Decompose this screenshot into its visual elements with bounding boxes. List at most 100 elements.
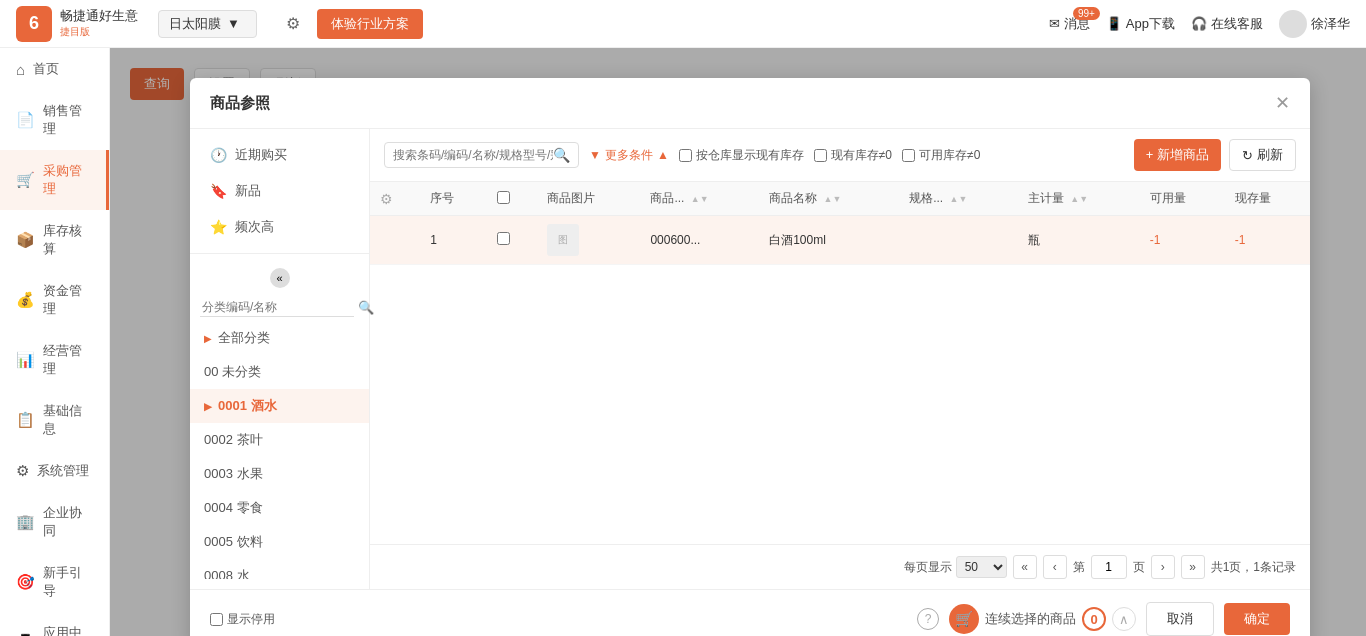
recent-buy-item[interactable]: 🕐 近期购买: [200, 139, 359, 171]
sidebar-item-purchase-label: 采购管理: [43, 162, 90, 198]
category-0005[interactable]: 0005 饮料: [190, 525, 369, 559]
store-selector[interactable]: 日太阳膜 ▼: [158, 10, 257, 38]
th-stock: 现存量: [1225, 182, 1310, 216]
category-search-input[interactable]: [200, 298, 354, 317]
online-service-label: 在线客服: [1211, 15, 1263, 33]
operation-icon: 📊: [16, 351, 35, 369]
page-number-input[interactable]: [1091, 555, 1127, 579]
sidebar-item-enterprise[interactable]: 🏢 企业协同: [0, 492, 109, 552]
first-page-btn[interactable]: «: [1013, 555, 1037, 579]
sidebar-item-finance[interactable]: 💰 资金管理: [0, 270, 109, 330]
col-settings-icon[interactable]: ⚙: [380, 191, 393, 207]
show-disabled-label[interactable]: 显示停用: [210, 611, 275, 628]
sidebar-item-enterprise-label: 企业协同: [43, 504, 93, 540]
name-sort-icons[interactable]: ▲▼: [824, 194, 842, 204]
refresh-btn[interactable]: ↻ 刷新: [1229, 139, 1296, 171]
cancel-btn[interactable]: 取消: [1146, 602, 1214, 636]
category-0008[interactable]: 0008 水: [190, 559, 369, 579]
prev-page-btn[interactable]: ‹: [1043, 555, 1067, 579]
add-product-btn[interactable]: + 新增商品: [1134, 139, 1221, 171]
modal-footer: 显示停用 ? 🛒 连续选择的商品 0 ∧ 取消 确定: [190, 589, 1310, 636]
sidebar-item-system-label: 系统管理: [37, 462, 89, 480]
phone-icon: 📱: [1106, 16, 1122, 31]
th-image: 商品图片: [537, 182, 640, 216]
check-available-nonzero-text: 可用库存≠0: [919, 147, 980, 164]
category-0008-label: 0008 水: [204, 567, 250, 579]
sidebar-item-inventory[interactable]: 📦 库存核算: [0, 210, 109, 270]
purchase-icon: 🛒: [16, 171, 35, 189]
sidebar-item-purchase[interactable]: 🛒 采购管理: [0, 150, 109, 210]
th-checkbox: [487, 182, 537, 216]
category-0001[interactable]: ▶ 0001 酒水: [190, 389, 369, 423]
row-name: 白酒100ml: [759, 216, 899, 265]
row-checkbox[interactable]: [497, 232, 510, 245]
user-item[interactable]: 徐泽华: [1279, 10, 1350, 38]
cart-icon[interactable]: 🛒: [949, 604, 979, 634]
headset-icon: 🎧: [1191, 16, 1207, 31]
footer-right: ? 🛒 连续选择的商品 0 ∧ 取消 确定: [917, 602, 1290, 636]
select-all-checkbox[interactable]: [497, 191, 510, 204]
check-warehouse[interactable]: [679, 149, 692, 162]
online-service-item[interactable]: 🎧 在线客服: [1191, 15, 1263, 33]
new-items-item[interactable]: 🔖 新品: [200, 175, 359, 207]
inventory-icon: 📦: [16, 231, 35, 249]
experience-btn[interactable]: 体验行业方案: [317, 9, 423, 39]
category-0002[interactable]: 0002 茶叶: [190, 423, 369, 457]
logo: 6 畅捷通好生意 捷目版: [16, 6, 138, 42]
sidebar: ⌂ 首页 📄 销售管理 🛒 采购管理 📦 库存核算 💰 资金管理 📊 经营管理 …: [0, 48, 110, 636]
sidebar-item-guide[interactable]: 🎯 新手引导: [0, 552, 109, 612]
modal-close-btn[interactable]: ✕: [1275, 92, 1290, 114]
next-page-btn[interactable]: ›: [1151, 555, 1175, 579]
toolbar-right: + 新增商品 ↻ 刷新: [1134, 139, 1296, 171]
help-icon[interactable]: ?: [917, 608, 939, 630]
finance-icon: 💰: [16, 291, 35, 309]
category-0004[interactable]: 0004 零食: [190, 491, 369, 525]
check-available-nonzero[interactable]: [902, 149, 915, 162]
system-icon: ⚙: [16, 462, 29, 480]
high-freq-item[interactable]: ⭐ 频次高: [200, 211, 359, 243]
cart-area: 🛒 连续选择的商品 0 ∧: [949, 604, 1136, 634]
sidebar-item-basic[interactable]: 📋 基础信息: [0, 390, 109, 450]
check-available-nonzero-label[interactable]: 可用库存≠0: [902, 147, 980, 164]
row-no: 1: [420, 216, 487, 265]
confirm-btn[interactable]: 确定: [1224, 603, 1290, 635]
check-stock-nonzero[interactable]: [814, 149, 827, 162]
sidebar-item-home[interactable]: ⌂ 首页: [0, 48, 109, 90]
filter-more-btn[interactable]: ▼ 更多条件 ▲: [589, 147, 669, 164]
search-toolbar: 🔍 ▼ 更多条件 ▲ 按仓库显示现有库存: [370, 129, 1310, 182]
page-size-dropdown[interactable]: 10 20 50 100: [956, 556, 1007, 578]
last-page-btn[interactable]: »: [1181, 555, 1205, 579]
username-label: 徐泽华: [1311, 15, 1350, 33]
sidebar-item-basic-label: 基础信息: [43, 402, 93, 438]
search-input[interactable]: [393, 148, 553, 162]
sidebar-item-guide-label: 新手引导: [43, 564, 93, 600]
check-stock-nonzero-label[interactable]: 现有库存≠0: [814, 147, 892, 164]
table-row[interactable]: 1 图 000600... 白酒100ml: [370, 216, 1310, 265]
sidebar-item-operation-label: 经营管理: [43, 342, 93, 378]
show-disabled-checkbox[interactable]: [210, 613, 223, 626]
category-0003[interactable]: 0003 水果: [190, 457, 369, 491]
pagination: 每页显示 10 20 50 100 « ‹ 第 页: [370, 544, 1310, 589]
sidebar-item-system[interactable]: ⚙ 系统管理: [0, 450, 109, 492]
app-download-item[interactable]: 📱 App下载: [1106, 15, 1175, 33]
category-00[interactable]: 00 未分类: [190, 355, 369, 389]
sidebar-item-apps[interactable]: 📱 应用中心: [0, 612, 109, 636]
unit-sort-icons[interactable]: ▲▼: [1070, 194, 1088, 204]
message-icon: ✉: [1049, 16, 1060, 31]
high-freq-label: 频次高: [235, 218, 274, 236]
spec-sort-icons[interactable]: ▲▼: [950, 194, 968, 204]
sidebar-item-operation[interactable]: 📊 经营管理: [0, 330, 109, 390]
logo-icon: 6: [16, 6, 52, 42]
messages-item[interactable]: ✉ 消息 99+: [1049, 15, 1090, 33]
search-icon[interactable]: 🔍: [553, 147, 570, 163]
sidebar-item-sales[interactable]: 📄 销售管理: [0, 90, 109, 150]
new-items-label: 新品: [235, 182, 261, 200]
category-all[interactable]: ▶ 全部分类: [190, 321, 369, 355]
code-sort-icons[interactable]: ▲▼: [691, 194, 709, 204]
panel-collapse-btn[interactable]: «: [270, 268, 290, 288]
show-disabled-text: 显示停用: [227, 611, 275, 628]
settings-icon[interactable]: ⚙: [277, 8, 309, 40]
row-stock: -1: [1225, 216, 1310, 265]
collapse-cart-btn[interactable]: ∧: [1112, 607, 1136, 631]
check-warehouse-label[interactable]: 按仓库显示现有库存: [679, 147, 804, 164]
